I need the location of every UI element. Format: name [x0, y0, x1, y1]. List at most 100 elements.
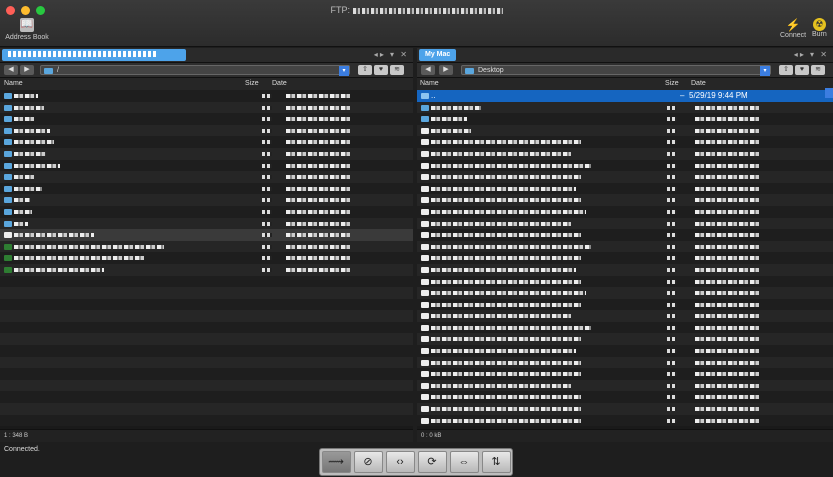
table-row[interactable]	[417, 263, 833, 276]
table-row[interactable]	[417, 368, 833, 380]
table-row[interactable]	[417, 252, 833, 264]
connect-button[interactable]: ⚡ Connect	[780, 18, 806, 39]
table-row[interactable]	[0, 275, 413, 288]
table-row[interactable]	[0, 414, 413, 427]
sync-button[interactable]: ⇔	[449, 451, 479, 473]
folder-icon	[421, 104, 429, 111]
table-row[interactable]	[417, 113, 833, 125]
table-row[interactable]	[0, 182, 413, 195]
forward-button[interactable]: ▶	[20, 65, 34, 75]
address-book-button[interactable]: 📖 Address Book	[4, 18, 50, 41]
redacted-name	[14, 267, 104, 272]
table-row[interactable]	[417, 414, 833, 427]
parent-folder-button[interactable]: ⇧	[358, 65, 372, 75]
table-row[interactable]	[0, 333, 413, 346]
back-button[interactable]: ◀	[4, 65, 18, 75]
table-row[interactable]	[417, 217, 833, 230]
remote-path-select[interactable]: / ▾	[40, 65, 350, 76]
table-row[interactable]	[0, 356, 413, 369]
code-button[interactable]: ‹›	[385, 451, 415, 473]
table-row[interactable]	[0, 263, 413, 276]
table-row[interactable]	[0, 217, 413, 230]
table-row[interactable]	[0, 194, 413, 206]
table-row[interactable]	[417, 298, 833, 311]
table-row[interactable]	[0, 136, 413, 148]
column-date[interactable]: Date	[272, 80, 287, 87]
table-row[interactable]	[0, 379, 413, 392]
local-path-select[interactable]: Desktop ▾	[461, 65, 771, 76]
table-row[interactable]	[0, 90, 413, 102]
table-row[interactable]	[0, 171, 413, 183]
column-size[interactable]: Size	[245, 80, 259, 87]
column-date[interactable]: Date	[691, 80, 706, 87]
redacted-size	[667, 279, 677, 284]
scrollbar[interactable]	[825, 88, 833, 98]
table-row[interactable]	[0, 321, 413, 334]
transfer-button[interactable]: ⟿	[321, 451, 351, 473]
table-row[interactable]: .. –5/29/19 9:44 PM	[417, 90, 833, 102]
tab-controls[interactable]: ◂▸ ▾ ✕	[374, 50, 409, 59]
table-row[interactable]	[0, 124, 413, 137]
table-row[interactable]	[0, 368, 413, 380]
column-name[interactable]: Name	[420, 80, 439, 87]
forward-button[interactable]: ▶	[439, 65, 453, 75]
table-row[interactable]	[417, 124, 833, 137]
table-row[interactable]	[417, 321, 833, 334]
table-row[interactable]	[417, 136, 833, 148]
table-row[interactable]	[0, 298, 413, 311]
table-row[interactable]	[417, 379, 833, 392]
tab-controls[interactable]: ◂▸ ▾ ✕	[794, 50, 829, 59]
exchange-button[interactable]: ⇅	[481, 451, 511, 473]
table-row[interactable]	[0, 101, 413, 114]
table-row[interactable]	[0, 240, 413, 253]
tab-my-mac[interactable]: My Mac	[419, 49, 457, 61]
table-row[interactable]	[417, 310, 833, 322]
tab-remote[interactable]	[2, 49, 186, 61]
table-row[interactable]	[417, 147, 833, 160]
parent-folder-button[interactable]: ⇧	[779, 65, 793, 75]
table-row[interactable]	[417, 333, 833, 346]
table-row[interactable]	[0, 345, 413, 357]
redacted-name	[431, 186, 576, 191]
stop-button[interactable]: ⊘	[353, 451, 383, 473]
table-row[interactable]	[417, 356, 833, 369]
table-row[interactable]	[0, 252, 413, 264]
table-row[interactable]	[417, 229, 833, 241]
favorite-button[interactable]: ♥	[374, 65, 388, 75]
table-row[interactable]	[417, 345, 833, 357]
table-row[interactable]	[417, 240, 833, 253]
table-row[interactable]	[417, 101, 833, 114]
back-button[interactable]: ◀	[421, 65, 435, 75]
table-row[interactable]	[417, 182, 833, 195]
table-row[interactable]	[0, 287, 413, 299]
table-row[interactable]	[417, 403, 833, 415]
table-row[interactable]	[0, 403, 413, 415]
redacted-name	[14, 105, 44, 110]
connection-button[interactable]: ≋	[811, 65, 825, 75]
table-row[interactable]	[417, 205, 833, 218]
column-size[interactable]: Size	[665, 80, 679, 87]
favorite-button[interactable]: ♥	[795, 65, 809, 75]
table-row[interactable]	[0, 113, 413, 125]
table-row[interactable]	[417, 171, 833, 183]
table-row[interactable]	[0, 310, 413, 322]
table-row[interactable]	[417, 275, 833, 288]
table-row[interactable]	[0, 229, 413, 241]
file-icon	[421, 324, 429, 331]
redacted-size	[667, 360, 677, 365]
redacted-date	[695, 383, 759, 388]
redacted-name	[14, 209, 32, 214]
table-row[interactable]	[0, 159, 413, 172]
table-row[interactable]	[0, 391, 413, 404]
file-icon	[4, 266, 12, 273]
table-row[interactable]	[417, 287, 833, 299]
table-row[interactable]	[0, 147, 413, 160]
refresh-button[interactable]: ⟳	[417, 451, 447, 473]
table-row[interactable]	[417, 194, 833, 206]
column-name[interactable]: Name	[4, 80, 23, 87]
table-row[interactable]	[0, 205, 413, 218]
connection-button[interactable]: ≋	[390, 65, 404, 75]
table-row[interactable]	[417, 159, 833, 172]
table-row[interactable]	[417, 391, 833, 404]
burn-button[interactable]: ☢ Burn	[812, 18, 827, 38]
